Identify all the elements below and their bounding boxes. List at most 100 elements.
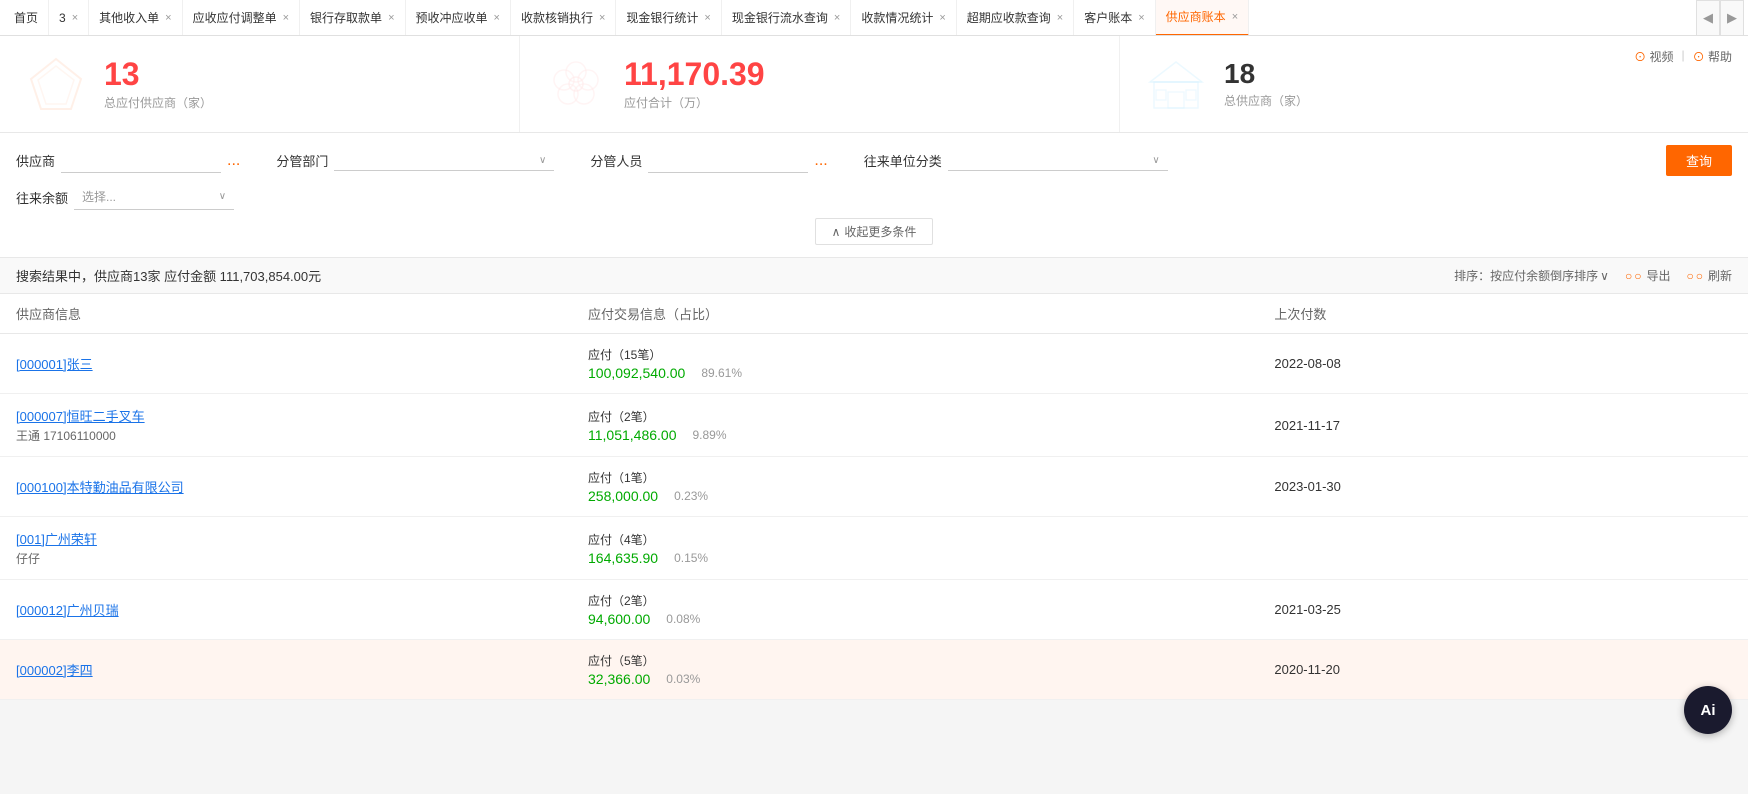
supplier-info-4: [000012]广州贝瑞 <box>16 600 588 619</box>
person-filter-input[interactable] <box>648 149 808 173</box>
nav-tab-home[interactable]: 首页 <box>4 0 49 36</box>
nav-tab-bank-deposit[interactable]: 银行存取款单 × <box>300 0 405 36</box>
nav-right-arrow[interactable]: ▶ <box>1720 0 1744 36</box>
ai-button-label: Ai <box>1701 702 1716 719</box>
results-right-actions: 排序：按应付余额倒序排序 ∨ ○ 导出 ○ 刷新 <box>1454 267 1732 284</box>
nav-tab-supplier-ledger-close[interactable]: × <box>1232 11 1238 23</box>
nav-tab-cash-bank-stats[interactable]: 现金银行统计 × <box>616 0 721 36</box>
payable-info-4: 应付（2笔） 94,600.00 0.08% <box>588 592 1274 627</box>
collapse-button[interactable]: ∧ 收起更多条件 <box>815 218 934 245</box>
filter-item-category: 往来单位分类 ∨ <box>864 151 1168 171</box>
nav-tab-customer-ledger[interactable]: 客户账本 × <box>1074 0 1155 36</box>
card-icon-flower <box>544 52 608 116</box>
results-bar: 搜索结果中，供应商13家 应付金额 111,703,854.00元 排序：按应付… <box>0 258 1748 294</box>
query-button[interactable]: 查询 <box>1666 145 1732 176</box>
supplier-info-3: [001]广州荣轩 仔仔 <box>16 529 588 567</box>
supplier-info-0: [000001]张三 <box>16 354 588 373</box>
last-pay-1: 2021-11-17 <box>1274 418 1732 433</box>
refresh-label: 刷新 <box>1708 267 1732 284</box>
supplier-sub-1: 王通 17106110000 <box>16 427 588 444</box>
supplier-filter-dots[interactable]: ... <box>227 152 240 170</box>
table-row: [000001]张三 应付（15笔） 100,092,540.00 89.61%… <box>0 334 1748 394</box>
nav-tab-supplier-ledger[interactable]: 供应商账本 × <box>1156 0 1249 36</box>
nav-tab-cash-flow[interactable]: 现金银行流水查询 × <box>722 0 851 36</box>
nav-tab-prepaid[interactable]: 预收冲应收单 × <box>406 0 511 36</box>
nav-tab-collection[interactable]: 收款核销执行 × <box>511 0 616 36</box>
filter-item-supplier: 供应商 ... <box>16 149 240 173</box>
category-dropdown-icon: ∨ <box>1152 155 1159 166</box>
supplier-link-4[interactable]: [000012]广州贝瑞 <box>16 600 588 619</box>
supplier-link-2[interactable]: [000100]本特勤油品有限公司 <box>16 477 588 496</box>
table-row: [000007]恒旺二手叉车 王通 17106110000 应付（2笔） 11,… <box>0 394 1748 457</box>
person-filter-label: 分管人员 <box>590 151 642 170</box>
nav-tab-cash-bank-stats-close[interactable]: × <box>704 12 710 24</box>
nav-tab-customer-ledger-close[interactable]: × <box>1138 12 1144 24</box>
balance-filter-select[interactable]: 选择... ∨ <box>74 184 234 210</box>
supplier-link-5[interactable]: [000002]李四 <box>16 660 588 679</box>
help-link[interactable]: ⊙ 帮助 <box>1693 48 1732 65</box>
nav-tab-3-close[interactable]: × <box>72 12 78 24</box>
payable-label-1: 应付（2笔） <box>588 408 1274 425</box>
nav-tab-3[interactable]: 3 × <box>49 0 89 36</box>
nav-tab-collection-close[interactable]: × <box>599 12 605 24</box>
export-button[interactable]: ○ 导出 <box>1625 267 1671 284</box>
nav-tab-adjustment-close[interactable]: × <box>283 12 289 24</box>
nav-tab-overdue[interactable]: 超期应收款查询 × <box>957 0 1074 36</box>
supplier-sub-3: 仔仔 <box>16 550 588 567</box>
payable-row-3: 164,635.90 0.15% <box>588 550 1274 566</box>
last-pay-4: 2021-03-25 <box>1274 602 1732 617</box>
payable-label-5: 应付（5笔） <box>588 652 1274 669</box>
video-link[interactable]: ⊙ 视频 <box>1634 48 1673 65</box>
payable-percent-1: 9.89% <box>693 428 727 442</box>
last-pay-date-0: 2022-08-08 <box>1274 356 1341 371</box>
payable-total-label: 应付合计（万） <box>624 94 765 111</box>
table-row-highlighted: [000002]李四 应付（5笔） 32,366.00 0.03% 2020-1… <box>0 640 1748 700</box>
supplier-link-1[interactable]: [000007]恒旺二手叉车 <box>16 406 588 425</box>
nav-tab-adjustment[interactable]: 应收应付调整单 × <box>183 0 300 36</box>
nav-tab-supplier-ledger-label: 供应商账本 <box>1166 8 1226 25</box>
balance-dropdown-icon: ∨ <box>219 191 226 202</box>
table-row: [001]广州荣轩 仔仔 应付（4笔） 164,635.90 0.15% <box>0 517 1748 580</box>
card-icon-store <box>1144 52 1208 116</box>
sort-dropdown[interactable]: 排序：按应付余额倒序排序 ∨ <box>1454 267 1609 284</box>
category-filter-select[interactable]: ∨ <box>948 151 1168 171</box>
card-content-payable-total: 11,170.39 应付合计（万） <box>624 58 765 111</box>
nav-tab-other-income-close[interactable]: × <box>165 12 171 24</box>
last-pay-date-1: 2021-11-17 <box>1274 418 1340 433</box>
person-filter-dots[interactable]: ... <box>814 152 827 170</box>
payable-info-2: 应付（1笔） 258,000.00 0.23% <box>588 469 1274 504</box>
refresh-button[interactable]: ○ 刷新 <box>1686 267 1732 284</box>
nav-left-arrow[interactable]: ◀ <box>1696 0 1720 36</box>
nav-tab-collection-stats-close[interactable]: × <box>939 12 945 24</box>
payable-row-4: 94,600.00 0.08% <box>588 611 1274 627</box>
payable-amount-2: 258,000.00 <box>588 488 658 504</box>
dept-filter-select[interactable]: ∨ <box>334 151 554 171</box>
payable-info-1: 应付（2笔） 11,051,486.00 9.89% <box>588 408 1274 443</box>
supplier-info-1: [000007]恒旺二手叉车 王通 17106110000 <box>16 406 588 444</box>
nav-tab-overdue-label: 超期应收款查询 <box>967 9 1051 26</box>
sort-dropdown-icon: ∨ <box>1600 269 1609 283</box>
filter-row-2: 往来余额 选择... ∨ <box>16 184 1732 210</box>
nav-tab-cash-flow-close[interactable]: × <box>834 12 840 24</box>
nav-tab-cash-flow-label: 现金银行流水查询 <box>732 9 828 26</box>
nav-tab-overdue-close[interactable]: × <box>1057 12 1063 24</box>
supplier-link-0[interactable]: [000001]张三 <box>16 354 588 373</box>
last-pay-date-2: 2023-01-30 <box>1274 479 1341 494</box>
nav-tab-other-income-label: 其他收入单 <box>99 9 159 26</box>
payable-row-0: 100,092,540.00 89.61% <box>588 365 1274 381</box>
nav-tab-collection-stats[interactable]: 收款情况统计 × <box>851 0 956 36</box>
supplier-filter-input[interactable] <box>61 149 221 173</box>
summary-card-payable-suppliers: 13 总应付供应商（家） <box>0 36 520 132</box>
nav-tab-other-income[interactable]: 其他收入单 × <box>89 0 182 36</box>
nav-tab-bank-deposit-close[interactable]: × <box>388 12 394 24</box>
export-label: 导出 <box>1646 267 1670 284</box>
supplier-link-3[interactable]: [001]广州荣轩 <box>16 529 588 548</box>
filter-item-person: 分管人员 ... <box>590 149 827 173</box>
last-pay-date-5: 2020-11-20 <box>1274 662 1340 677</box>
payable-label-0: 应付（15笔） <box>588 346 1274 363</box>
payable-label-2: 应付（1笔） <box>588 469 1274 486</box>
nav-tab-prepaid-label: 预收冲应收单 <box>416 9 488 26</box>
supplier-info-5: [000002]李四 <box>16 660 588 679</box>
ai-button[interactable]: Ai <box>1684 686 1732 734</box>
nav-tab-prepaid-close[interactable]: × <box>494 12 500 24</box>
